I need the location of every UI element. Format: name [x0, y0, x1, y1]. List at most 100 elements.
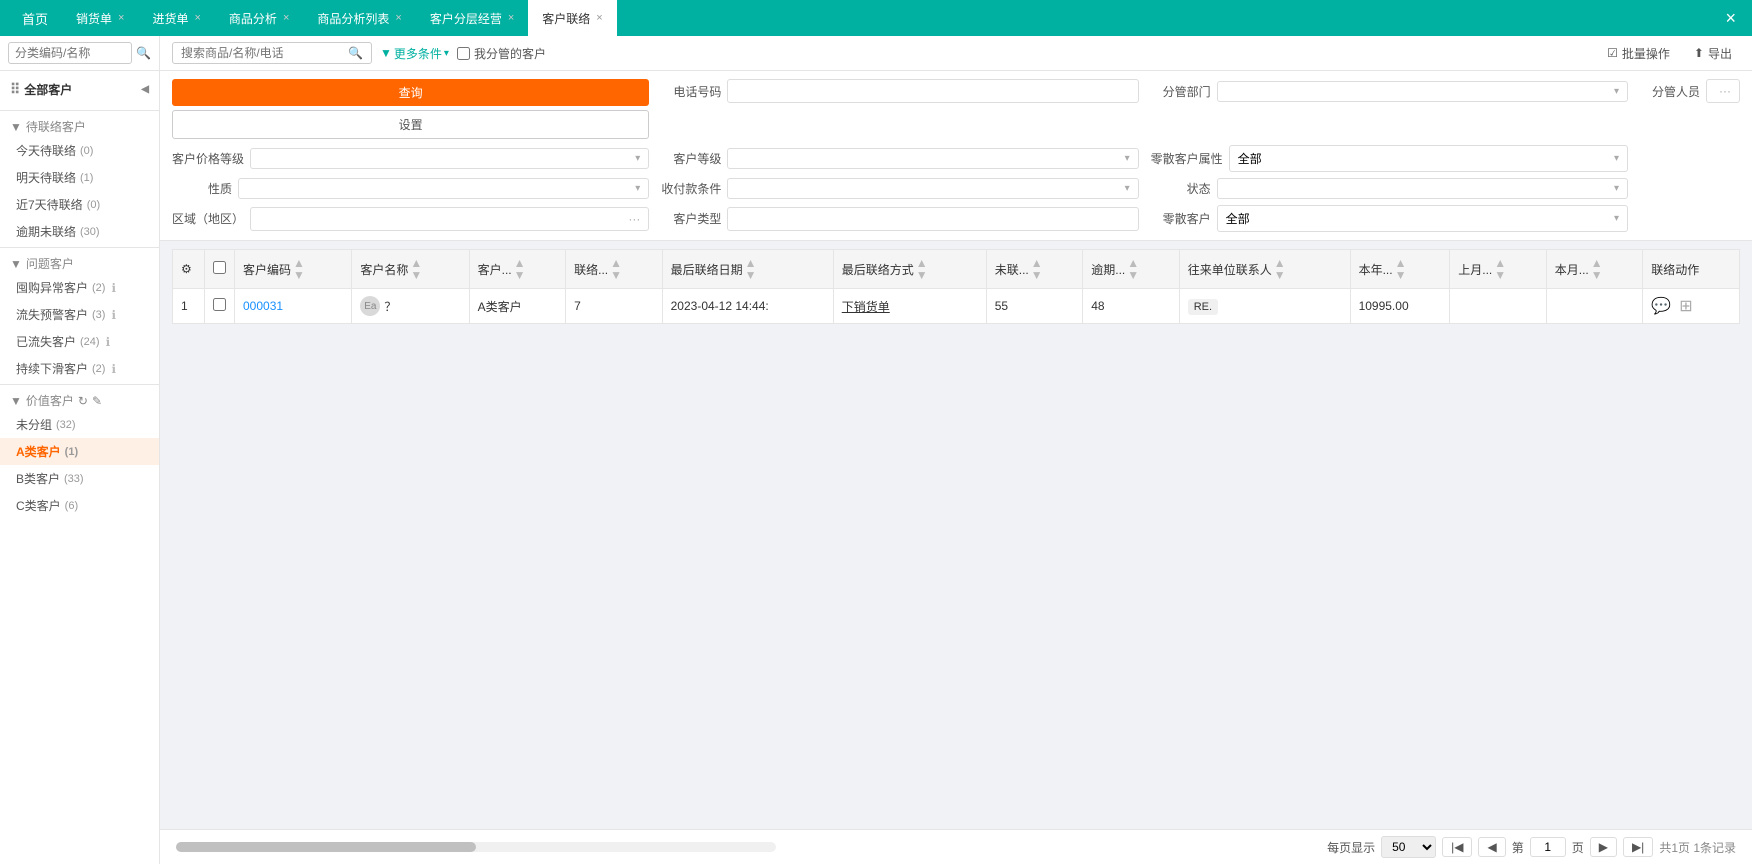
cust-type-input[interactable] — [727, 207, 1138, 231]
grid-icon: ⠿ — [10, 81, 20, 98]
retail-cust-select[interactable]: 全部 ▾ — [1217, 205, 1628, 232]
search-icon[interactable]: 🔍 — [348, 46, 363, 60]
person-input[interactable]: ··· — [1706, 79, 1740, 103]
page-number-input[interactable] — [1530, 837, 1566, 857]
retail-attr-select[interactable]: 全部 ▾ — [1229, 145, 1628, 172]
more-filter-button[interactable]: ▼ 更多条件 ▾ — [380, 45, 449, 62]
sidebar-item-c-class[interactable]: C类客户(6) — [0, 492, 159, 519]
sidebar-item-declining[interactable]: 持续下滑客户(2) ℹ — [0, 355, 159, 382]
row-contact-person: RE. — [1179, 289, 1350, 324]
row-actions: 💬 ⊞ — [1643, 289, 1740, 324]
price-level-select[interactable]: ▾ — [250, 148, 649, 169]
th-checkbox[interactable] — [205, 250, 235, 289]
export-button[interactable]: ⬆ 导出 — [1686, 45, 1740, 62]
dropdown-arrow-icon: ▾ — [1614, 183, 1619, 194]
th-code[interactable]: 客户编码▲▼ — [235, 250, 352, 289]
filter-row-1: 电话号码 分管部门 ▾ 分管人员 ··· — [172, 79, 1740, 139]
dropdown-arrow-icon: ▾ — [1125, 153, 1130, 164]
th-overdue[interactable]: 逾期...▲▼ — [1083, 250, 1180, 289]
first-page-button[interactable]: |◀ — [1442, 837, 1472, 857]
th-name[interactable]: 客户名称▲▼ — [352, 250, 469, 289]
sidebar-item-ungrouped[interactable]: 未分组(32) — [0, 411, 159, 438]
close-icon[interactable]: × — [194, 12, 200, 24]
sidebar-item-tomorrow[interactable]: 明天待联络(1) — [0, 164, 159, 191]
th-this-year[interactable]: 本年...▲▼ — [1350, 250, 1450, 289]
select-all-checkbox[interactable] — [213, 261, 226, 274]
row-last-date: 2023-04-12 14:44: — [662, 289, 833, 324]
row-code[interactable]: 000031 — [235, 289, 352, 324]
hscroll-thumb[interactable] — [176, 842, 476, 852]
status-select[interactable]: ▾ — [1217, 178, 1628, 199]
page-size-select[interactable]: 50 100 200 — [1381, 836, 1436, 858]
sidebar-item-b-class[interactable]: B类客户(33) — [0, 465, 159, 492]
th-gear[interactable]: ⚙ — [173, 250, 205, 289]
setting-button[interactable]: 设置 — [172, 110, 649, 139]
batch-operation-button[interactable]: ☑ 批量操作 — [1599, 45, 1678, 62]
filter-retail-attr: 零散客户属性 全部 ▾ — [1151, 145, 1628, 172]
edit-icon[interactable]: ✎ — [92, 394, 102, 408]
close-icon[interactable]: × — [395, 12, 401, 24]
nav-home[interactable]: 首页 — [8, 0, 62, 36]
nav-sales[interactable]: 销货单 × — [62, 0, 138, 36]
sidebar-item-today[interactable]: 今天待联络(0) — [0, 137, 159, 164]
filter-bar: 🔍 ▼ 更多条件 ▾ 我分管的客户 ☑ 批量操作 ⬆ 导出 — [160, 36, 1752, 71]
dropdown-arrow-icon: ▾ — [1614, 86, 1619, 97]
th-contact-person[interactable]: 往来单位联系人▲▼ — [1179, 250, 1350, 289]
filter-cust-type: 客户类型 — [661, 205, 1138, 232]
close-all-button[interactable]: × — [1717, 8, 1744, 29]
th-last-date[interactable]: 最后联络日期▲▼ — [662, 250, 833, 289]
sidebar-search-icon[interactable]: 🔍 — [136, 46, 151, 60]
row-overdue: 48 — [1083, 289, 1180, 324]
nav-product-analysis[interactable]: 商品分析 × — [215, 0, 303, 36]
close-icon[interactable]: × — [118, 12, 124, 24]
close-icon[interactable]: × — [508, 12, 514, 24]
row-checkbox[interactable] — [205, 289, 235, 324]
filter-cust-level: 客户等级 ▾ — [661, 145, 1138, 172]
nav-purchase[interactable]: 进货单 × — [138, 0, 214, 36]
cust-level-select[interactable]: ▾ — [727, 148, 1138, 169]
grid-action-icon[interactable]: ⊞ — [1679, 296, 1692, 316]
info-icon: ℹ — [106, 335, 111, 349]
last-page-button[interactable]: ▶| — [1623, 837, 1653, 857]
my-customers-check[interactable] — [457, 47, 470, 60]
sidebar-item-churned[interactable]: 已流失客户(24) ℹ — [0, 328, 159, 355]
refresh-icon[interactable]: ↻ — [78, 394, 88, 408]
customer-avatar: Ea — [360, 296, 380, 316]
region-input[interactable]: ··· — [250, 207, 649, 231]
th-contact-count[interactable]: 联络...▲▼ — [566, 250, 663, 289]
sidebar-item-hoarding[interactable]: 囤购异常客户(2) ℹ — [0, 274, 159, 301]
filter-payment: 收付款条件 ▾ — [661, 178, 1138, 199]
sidebar-item-overdue[interactable]: 逾期未联络(30) — [0, 218, 159, 245]
nav-customer-tier[interactable]: 客户分层经营 × — [416, 0, 528, 36]
search-button[interactable]: 查询 — [172, 79, 649, 106]
sidebar-item-7days[interactable]: 近7天待联络(0) — [0, 191, 159, 218]
sidebar-item-churn-warning[interactable]: 流失预警客户(3) ℹ — [0, 301, 159, 328]
th-actions: 联络动作 — [1643, 250, 1740, 289]
th-not-contact[interactable]: 未联...▲▼ — [986, 250, 1083, 289]
th-last-month[interactable]: 上月...▲▼ — [1450, 250, 1547, 289]
phone-input[interactable] — [727, 79, 1138, 103]
nav-customer-contact[interactable]: 客户联络 × — [528, 0, 616, 36]
sidebar-search-input[interactable] — [8, 42, 132, 64]
nature-select[interactable]: ▾ — [238, 178, 649, 199]
hscroll-track[interactable] — [176, 842, 776, 852]
filter-status: 状态 ▾ — [1151, 178, 1628, 199]
close-icon[interactable]: × — [596, 12, 602, 24]
prev-page-button[interactable]: ◀ — [1478, 837, 1505, 857]
ellipsis-icon[interactable]: ··· — [628, 212, 640, 226]
my-customers-checkbox[interactable]: 我分管的客户 — [457, 45, 546, 62]
sidebar-item-a-class[interactable]: A类客户(1) — [0, 438, 159, 465]
nav-product-list[interactable]: 商品分析列表 × — [303, 0, 415, 36]
sidebar-all-customers[interactable]: ⠿ 全部客户 ◀ — [0, 75, 159, 104]
dept-select[interactable]: ▾ — [1217, 81, 1628, 102]
next-page-button[interactable]: ▶ — [1590, 837, 1617, 857]
close-icon[interactable]: × — [283, 12, 289, 24]
filter-search-input[interactable] — [181, 46, 348, 60]
th-cust-type[interactable]: 客户...▲▼ — [469, 250, 566, 289]
row-last-method[interactable]: 下销货单 — [833, 289, 986, 324]
chat-action-icon[interactable]: 💬 — [1651, 296, 1671, 316]
payment-select[interactable]: ▾ — [727, 178, 1138, 199]
th-last-method[interactable]: 最后联络方式▲▼ — [833, 250, 986, 289]
th-this-month[interactable]: 本月...▲▼ — [1546, 250, 1643, 289]
ellipsis-icon[interactable]: ··· — [1719, 84, 1731, 98]
